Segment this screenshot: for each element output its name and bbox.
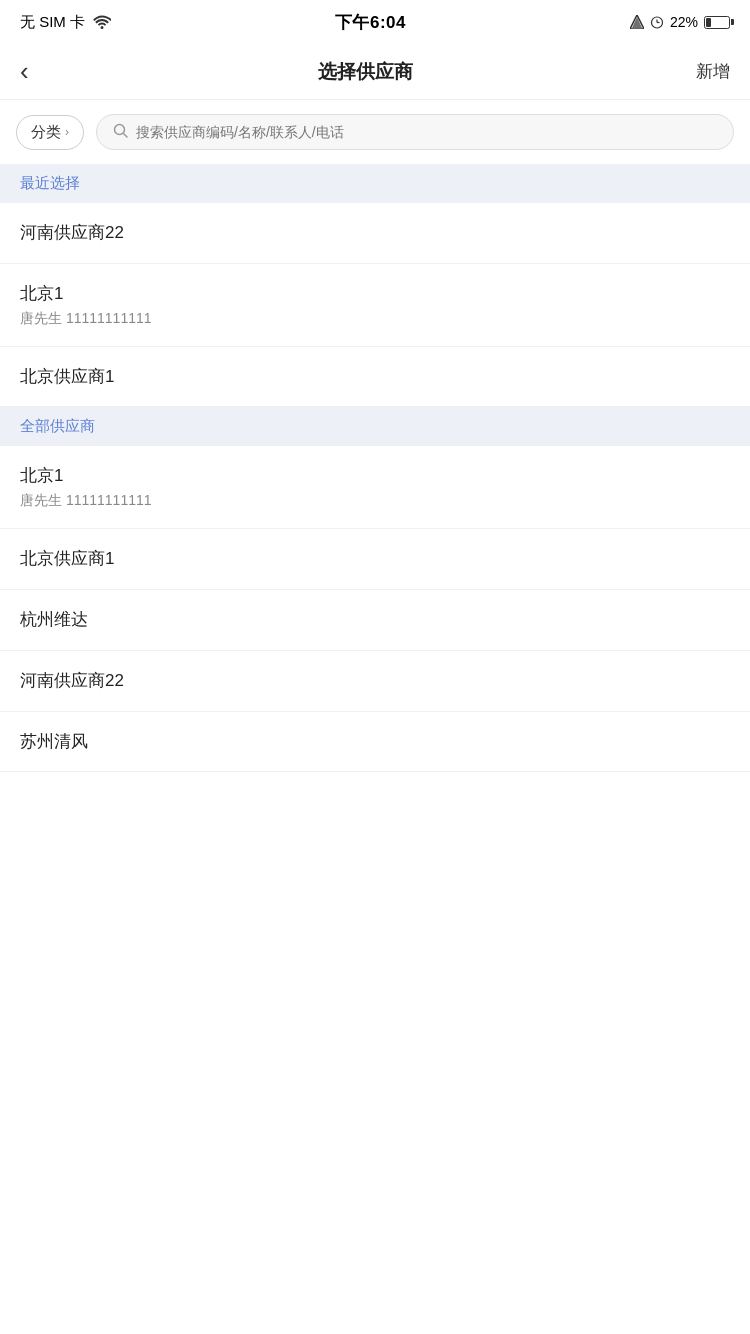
sections-container: 最近选择河南供应商22 北京1 唐先生 11111111111 北京供应商1 全部供应商…	[0, 164, 750, 772]
item-name: 河南供应商22	[20, 669, 730, 693]
svg-line-4	[124, 134, 128, 138]
item-name: 北京供应商1	[20, 365, 730, 389]
status-bar: 无 SIM 卡 下午6:04 22%	[0, 0, 750, 44]
list-item[interactable]: 北京1 唐先生 11111111111	[0, 264, 750, 347]
item-name: 北京1	[20, 464, 730, 488]
chevron-right-icon: ›	[65, 125, 69, 139]
section-header-text-all: 全部供应商	[20, 417, 95, 434]
category-label: 分类	[31, 123, 61, 142]
list-item[interactable]: 北京1 唐先生 11111111111	[0, 446, 750, 529]
alarm-icon	[650, 15, 664, 29]
item-sub: 唐先生 11111111111	[20, 492, 730, 510]
status-right: 22%	[630, 14, 730, 30]
item-name: 苏州清风	[20, 730, 730, 754]
filter-bar: 分类 ›	[0, 100, 750, 164]
item-name: 北京供应商1	[20, 547, 730, 571]
list-item[interactable]: 北京供应商1	[0, 347, 750, 408]
list-item[interactable]: 河南供应商22	[0, 651, 750, 712]
add-button[interactable]: 新增	[670, 60, 730, 83]
battery-icon	[704, 16, 730, 29]
search-input[interactable]	[136, 124, 717, 140]
battery-percent: 22%	[670, 14, 698, 30]
back-button[interactable]: ‹	[20, 56, 60, 87]
wifi-icon	[93, 15, 111, 29]
status-left: 无 SIM 卡	[20, 13, 111, 32]
list-item[interactable]: 河南供应商22	[0, 203, 750, 264]
item-name: 杭州维达	[20, 608, 730, 632]
list-item[interactable]: 苏州清风	[0, 712, 750, 773]
search-icon	[113, 123, 128, 141]
section-header-all: 全部供应商	[0, 407, 750, 446]
status-time: 下午6:04	[335, 11, 406, 34]
item-name: 北京1	[20, 282, 730, 306]
category-button[interactable]: 分类 ›	[16, 115, 84, 150]
search-box	[96, 114, 734, 150]
item-name: 河南供应商22	[20, 221, 730, 245]
section-header-recent: 最近选择	[0, 164, 750, 203]
location-icon	[630, 15, 644, 29]
section-header-text-recent: 最近选择	[20, 174, 80, 191]
list-item[interactable]: 北京供应商1	[0, 529, 750, 590]
item-sub: 唐先生 11111111111	[20, 310, 730, 328]
nav-bar: ‹ 选择供应商 新增	[0, 44, 750, 100]
page-title: 选择供应商	[60, 59, 670, 85]
list-item[interactable]: 杭州维达	[0, 590, 750, 651]
sim-text: 无 SIM 卡	[20, 13, 85, 32]
